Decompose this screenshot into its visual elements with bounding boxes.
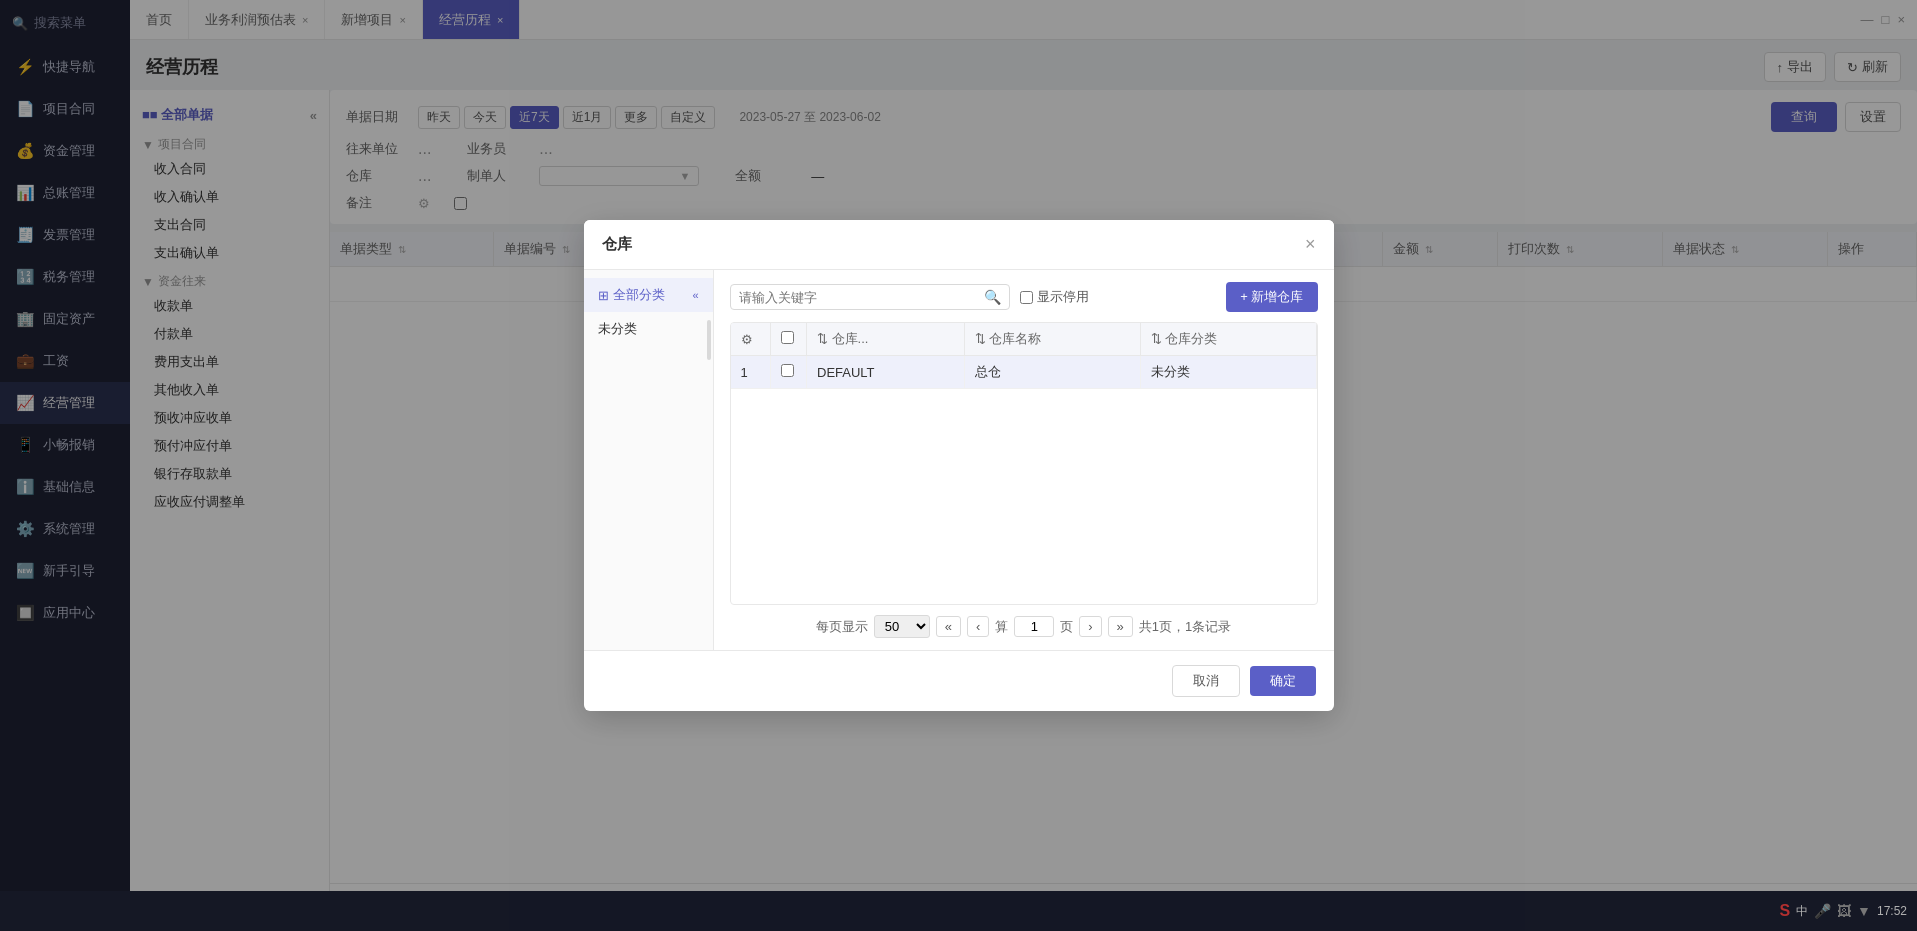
modal-page-label: 算 bbox=[995, 618, 1008, 636]
modal-overlay: 仓库 × ⊞ 全部分类 « 未分类 bbox=[0, 0, 1917, 931]
modal-col-category: ⇅ 仓库分类 bbox=[1140, 323, 1316, 356]
modal-close-button[interactable]: × bbox=[1305, 234, 1316, 255]
modal-title: 仓库 bbox=[602, 235, 632, 254]
all-categories-icon: ⊞ bbox=[598, 288, 609, 303]
row-category-cell: 未分类 bbox=[1140, 356, 1316, 389]
modal-page-suffix: 页 bbox=[1060, 618, 1073, 636]
modal-table-header-row: ⚙ ⇅ 仓库... ⇅ 仓库名称 bbox=[731, 323, 1317, 356]
modal-sidebar-all-categories[interactable]: ⊞ 全部分类 « bbox=[584, 278, 713, 312]
modal-sidebar-scrollbar bbox=[707, 320, 711, 360]
modal-prev-page-btn[interactable]: ‹ bbox=[967, 616, 989, 637]
modal-col-code: ⇅ 仓库... bbox=[807, 323, 965, 356]
sort-up-icon: ⇅ bbox=[817, 331, 828, 346]
modal-total-info: 共1页，1条记录 bbox=[1139, 618, 1231, 636]
sort-up-icon3: ⇅ bbox=[1151, 331, 1162, 346]
modal-last-page-btn[interactable]: » bbox=[1108, 616, 1133, 637]
modal-actions: 取消 确定 bbox=[584, 650, 1334, 711]
modal-search-input[interactable] bbox=[739, 290, 984, 305]
sort-up-icon2: ⇅ bbox=[975, 331, 986, 346]
uncategorized-label: 未分类 bbox=[598, 320, 637, 338]
modal-table: ⚙ ⇅ 仓库... ⇅ 仓库名称 bbox=[731, 323, 1317, 389]
cancel-button[interactable]: 取消 bbox=[1172, 665, 1240, 697]
modal-col-checkbox bbox=[771, 323, 807, 356]
modal-page-input[interactable] bbox=[1014, 616, 1054, 637]
modal-sidebar: ⊞ 全部分类 « 未分类 bbox=[584, 270, 714, 650]
show-disabled-checkbox[interactable] bbox=[1020, 291, 1033, 304]
show-disabled-text: 显示停用 bbox=[1037, 288, 1089, 306]
row-settings-cell: 1 bbox=[731, 356, 771, 389]
modal-pagination: 每页显示 50 10 20 100 « ‹ 算 页 › » 共1页，1条记录 bbox=[730, 605, 1318, 638]
modal-search-box: 🔍 bbox=[730, 284, 1010, 310]
modal-sidebar-uncategorized[interactable]: 未分类 bbox=[584, 312, 713, 346]
modal-header: 仓库 × bbox=[584, 220, 1334, 270]
modal-select-all-checkbox[interactable] bbox=[781, 331, 794, 344]
modal-next-page-btn[interactable]: › bbox=[1079, 616, 1101, 637]
all-categories-label: 全部分类 bbox=[613, 286, 665, 304]
row-code-cell: DEFAULT bbox=[807, 356, 965, 389]
modal-page-size-label: 每页显示 bbox=[816, 618, 868, 636]
modal-col-name: ⇅ 仓库名称 bbox=[964, 323, 1140, 356]
modal-table-row[interactable]: 1 DEFAULT 总仓 未分类 bbox=[731, 356, 1317, 389]
modal-first-page-btn[interactable]: « bbox=[936, 616, 961, 637]
modal-show-disabled-label: 显示停用 bbox=[1020, 288, 1089, 306]
row-name-cell: 总仓 bbox=[964, 356, 1140, 389]
modal-body: ⊞ 全部分类 « 未分类 🔍 bbox=[584, 270, 1334, 650]
add-warehouse-button[interactable]: + 新增仓库 bbox=[1226, 282, 1317, 312]
warehouse-modal: 仓库 × ⊞ 全部分类 « 未分类 bbox=[584, 220, 1334, 711]
modal-content-area: 🔍 显示停用 + 新增仓库 ⚙ bbox=[714, 270, 1334, 650]
row-checkbox-cell bbox=[771, 356, 807, 389]
modal-toolbar: 🔍 显示停用 + 新增仓库 bbox=[730, 282, 1318, 312]
modal-table-area: ⚙ ⇅ 仓库... ⇅ 仓库名称 bbox=[730, 322, 1318, 605]
confirm-button[interactable]: 确定 bbox=[1250, 666, 1316, 696]
modal-page-size-select[interactable]: 50 10 20 100 bbox=[874, 615, 930, 638]
modal-sidebar-collapse-btn[interactable]: « bbox=[692, 289, 698, 301]
modal-search-icon: 🔍 bbox=[984, 289, 1001, 305]
row-checkbox[interactable] bbox=[781, 364, 794, 377]
modal-col-settings[interactable]: ⚙ bbox=[731, 323, 771, 356]
